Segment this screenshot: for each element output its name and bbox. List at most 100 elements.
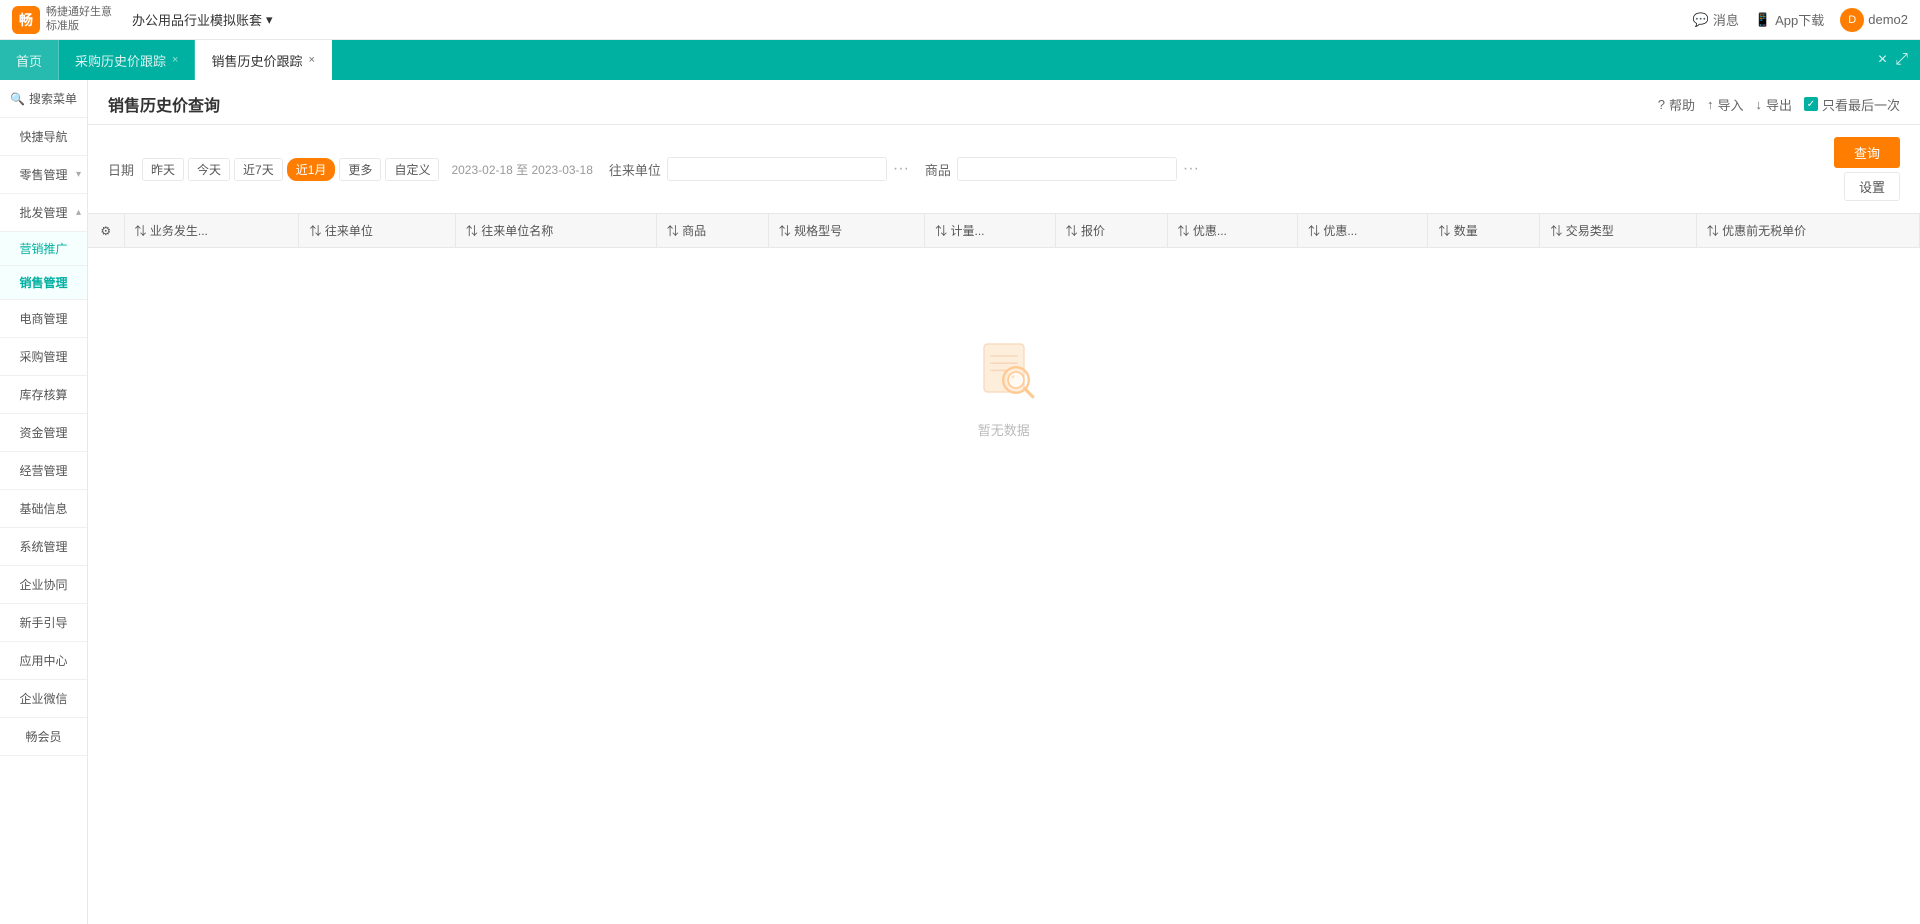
col-pre-tax-price: ⇅ 优惠前无税单价 <box>1696 214 1919 248</box>
tab-close-sales[interactable]: × <box>308 54 314 66</box>
sidebar-item-retail[interactable]: 零售管理 ▾ <box>0 156 87 194</box>
empty-text: 暂无数据 <box>978 420 1030 439</box>
date-btn-today[interactable]: 今天 <box>188 158 230 181</box>
import-button[interactable]: ↑ 导入 <box>1707 95 1744 114</box>
date-btn-7days[interactable]: 近7天 <box>234 158 283 181</box>
tab-home[interactable]: 首页 <box>0 40 59 80</box>
sort-icon[interactable]: ⇅ <box>779 224 791 238</box>
content-area: 销售历史价查询 ? 帮助 ↑ 导入 ↓ 导出 ✓ <box>88 80 1920 924</box>
sidebar-item-sales-mgmt[interactable]: 销售管理 <box>0 266 87 300</box>
settings-button[interactable]: 设置 <box>1844 172 1900 201</box>
sidebar-item-inventory[interactable]: 库存核算 <box>0 376 87 414</box>
col-partner-code: ⇅ 往来单位 <box>299 214 455 248</box>
sidebar-item-wholesale[interactable]: 批发管理 ▴ <box>0 194 87 232</box>
sidebar-item-operations[interactable]: 经营管理 <box>0 452 87 490</box>
product-filter-group: 商品 ··· <box>925 157 1199 181</box>
settings-icon[interactable]: ⚙ <box>100 224 111 238</box>
logo-area: 畅 畅捷通好生意 标准版 <box>12 6 112 34</box>
col-discount2: ⇅ 优惠... <box>1297 214 1427 248</box>
sidebar-item-member[interactable]: 畅会员 <box>0 718 87 756</box>
main-layout: 🔍 搜索菜单 快捷导航 零售管理 ▾ 批发管理 ▴ 营销推广 销售管理 电商管理… <box>0 80 1920 924</box>
filter-btn-group: 查询 设置 <box>1834 137 1900 201</box>
chevron-down-icon: ▾ <box>266 12 273 28</box>
page-actions: ? 帮助 ↑ 导入 ↓ 导出 ✓ 只看最后一次 <box>1658 95 1900 114</box>
sort-icon[interactable]: ⇅ <box>1550 224 1562 238</box>
sidebar-item-system[interactable]: 系统管理 <box>0 528 87 566</box>
sidebar-item-wechat[interactable]: 企业微信 <box>0 680 87 718</box>
user-avatar[interactable]: D demo2 <box>1840 8 1908 32</box>
message-icon: 💬 <box>1693 12 1709 28</box>
expand-icon[interactable]: ⤢ <box>1895 51 1908 69</box>
sort-icon[interactable]: ⇅ <box>1707 224 1719 238</box>
logo-icon: 畅 <box>12 6 40 34</box>
sidebar-item-search[interactable]: 🔍 搜索菜单 <box>0 80 87 118</box>
partner-input[interactable] <box>667 157 887 181</box>
search-icon: 🔍 <box>10 92 25 106</box>
filter-bar: 日期 昨天 今天 近7天 近1月 更多 自定义 2023-02-18 至 202… <box>88 125 1920 214</box>
col-unit: ⇅ 计量... <box>925 214 1055 248</box>
sidebar: 🔍 搜索菜单 快捷导航 零售管理 ▾ 批发管理 ▴ 营销推广 销售管理 电商管理… <box>0 80 88 924</box>
col-trade-type: ⇅ 交易类型 <box>1540 214 1696 248</box>
chevron-down-icon: ▾ <box>76 169 81 180</box>
sort-icon[interactable]: ⇅ <box>1178 224 1190 238</box>
sidebar-item-finance[interactable]: 资金管理 <box>0 414 87 452</box>
only-last-checkbox-row[interactable]: ✓ 只看最后一次 <box>1804 95 1900 114</box>
export-button[interactable]: ↓ 导出 <box>1755 95 1792 114</box>
sidebar-item-basics[interactable]: 基础信息 <box>0 490 87 528</box>
date-btn-yesterday[interactable]: 昨天 <box>142 158 184 181</box>
sidebar-item-marketing[interactable]: 营销推广 <box>0 232 87 266</box>
sort-icon[interactable]: ⇅ <box>935 224 947 238</box>
product-input[interactable] <box>957 157 1177 181</box>
sort-icon[interactable]: ⇅ <box>1308 224 1320 238</box>
date-btn-more[interactable]: 更多 <box>339 158 381 181</box>
col-partner-name: ⇅ 往来单位名称 <box>455 214 656 248</box>
date-label: 日期 <box>108 160 134 179</box>
date-btn-custom[interactable]: 自定义 <box>385 158 439 181</box>
sort-icon[interactable]: ⇅ <box>309 224 321 238</box>
app-icon: 📱 <box>1755 12 1771 28</box>
col-quantity: ⇅ 数量 <box>1428 214 1540 248</box>
only-last-checkbox[interactable]: ✓ <box>1804 97 1818 111</box>
chevron-up-icon: ▴ <box>76 207 81 218</box>
top-bar-left: 畅 畅捷通好生意 标准版 办公用品行业模拟账套 ▾ <box>12 6 273 34</box>
tab-bar-actions: × ⤢ <box>1866 40 1920 80</box>
sort-icon[interactable]: ⇅ <box>1066 224 1078 238</box>
partner-label: 往来单位 <box>609 160 661 179</box>
import-icon: ↑ <box>1707 97 1714 112</box>
avatar: D <box>1840 8 1864 32</box>
sidebar-item-appstore[interactable]: 应用中心 <box>0 642 87 680</box>
partner-filter-group: 往来单位 ··· <box>609 157 909 181</box>
col-settings[interactable]: ⚙ <box>88 214 124 248</box>
sort-icon[interactable]: ⇅ <box>135 224 147 238</box>
app-download-button[interactable]: 📱 App下载 <box>1755 10 1824 29</box>
sidebar-item-ecommerce[interactable]: 电商管理 <box>0 300 87 338</box>
sidebar-item-quick-nav[interactable]: 快捷导航 <box>0 118 87 156</box>
col-discount1: ⇅ 优惠... <box>1167 214 1297 248</box>
help-button[interactable]: ? 帮助 <box>1658 95 1695 114</box>
empty-state: 暂无数据 <box>88 248 1920 519</box>
product-label: 商品 <box>925 160 951 179</box>
system-selector[interactable]: 办公用品行业模拟账套 ▾ <box>132 10 273 29</box>
close-all-tabs-icon[interactable]: × <box>1878 51 1887 69</box>
sidebar-item-purchase[interactable]: 采购管理 <box>0 338 87 376</box>
product-dots-icon[interactable]: ··· <box>1183 160 1199 178</box>
query-button[interactable]: 查询 <box>1834 137 1900 168</box>
sidebar-item-enterprise[interactable]: 企业协同 <box>0 566 87 604</box>
sort-icon[interactable]: ⇅ <box>466 224 478 238</box>
date-range-display: 2023-02-18 至 2023-03-18 <box>451 161 592 178</box>
logo-text: 畅捷通好生意 标准版 <box>46 6 112 32</box>
sidebar-item-guide[interactable]: 新手引导 <box>0 604 87 642</box>
sort-icon[interactable]: ⇅ <box>1438 224 1450 238</box>
tab-close-purchase[interactable]: × <box>172 54 178 66</box>
col-quoted-price: ⇅ 报价 <box>1055 214 1167 248</box>
col-spec: ⇅ 规格型号 <box>768 214 924 248</box>
sort-icon[interactable]: ⇅ <box>667 224 679 238</box>
partner-dots-icon[interactable]: ··· <box>893 160 909 178</box>
date-btn-1month[interactable]: 近1月 <box>287 158 336 181</box>
tab-purchase[interactable]: 采购历史价跟踪 × <box>59 40 195 80</box>
date-buttons: 昨天 今天 近7天 近1月 更多 自定义 <box>142 158 439 181</box>
message-button[interactable]: 💬 消息 <box>1693 10 1739 29</box>
tab-bar: 首页 采购历史价跟踪 × 销售历史价跟踪 × × ⤢ <box>0 40 1920 80</box>
tab-sales[interactable]: 销售历史价跟踪 × <box>195 40 331 80</box>
export-icon: ↓ <box>1755 97 1762 112</box>
